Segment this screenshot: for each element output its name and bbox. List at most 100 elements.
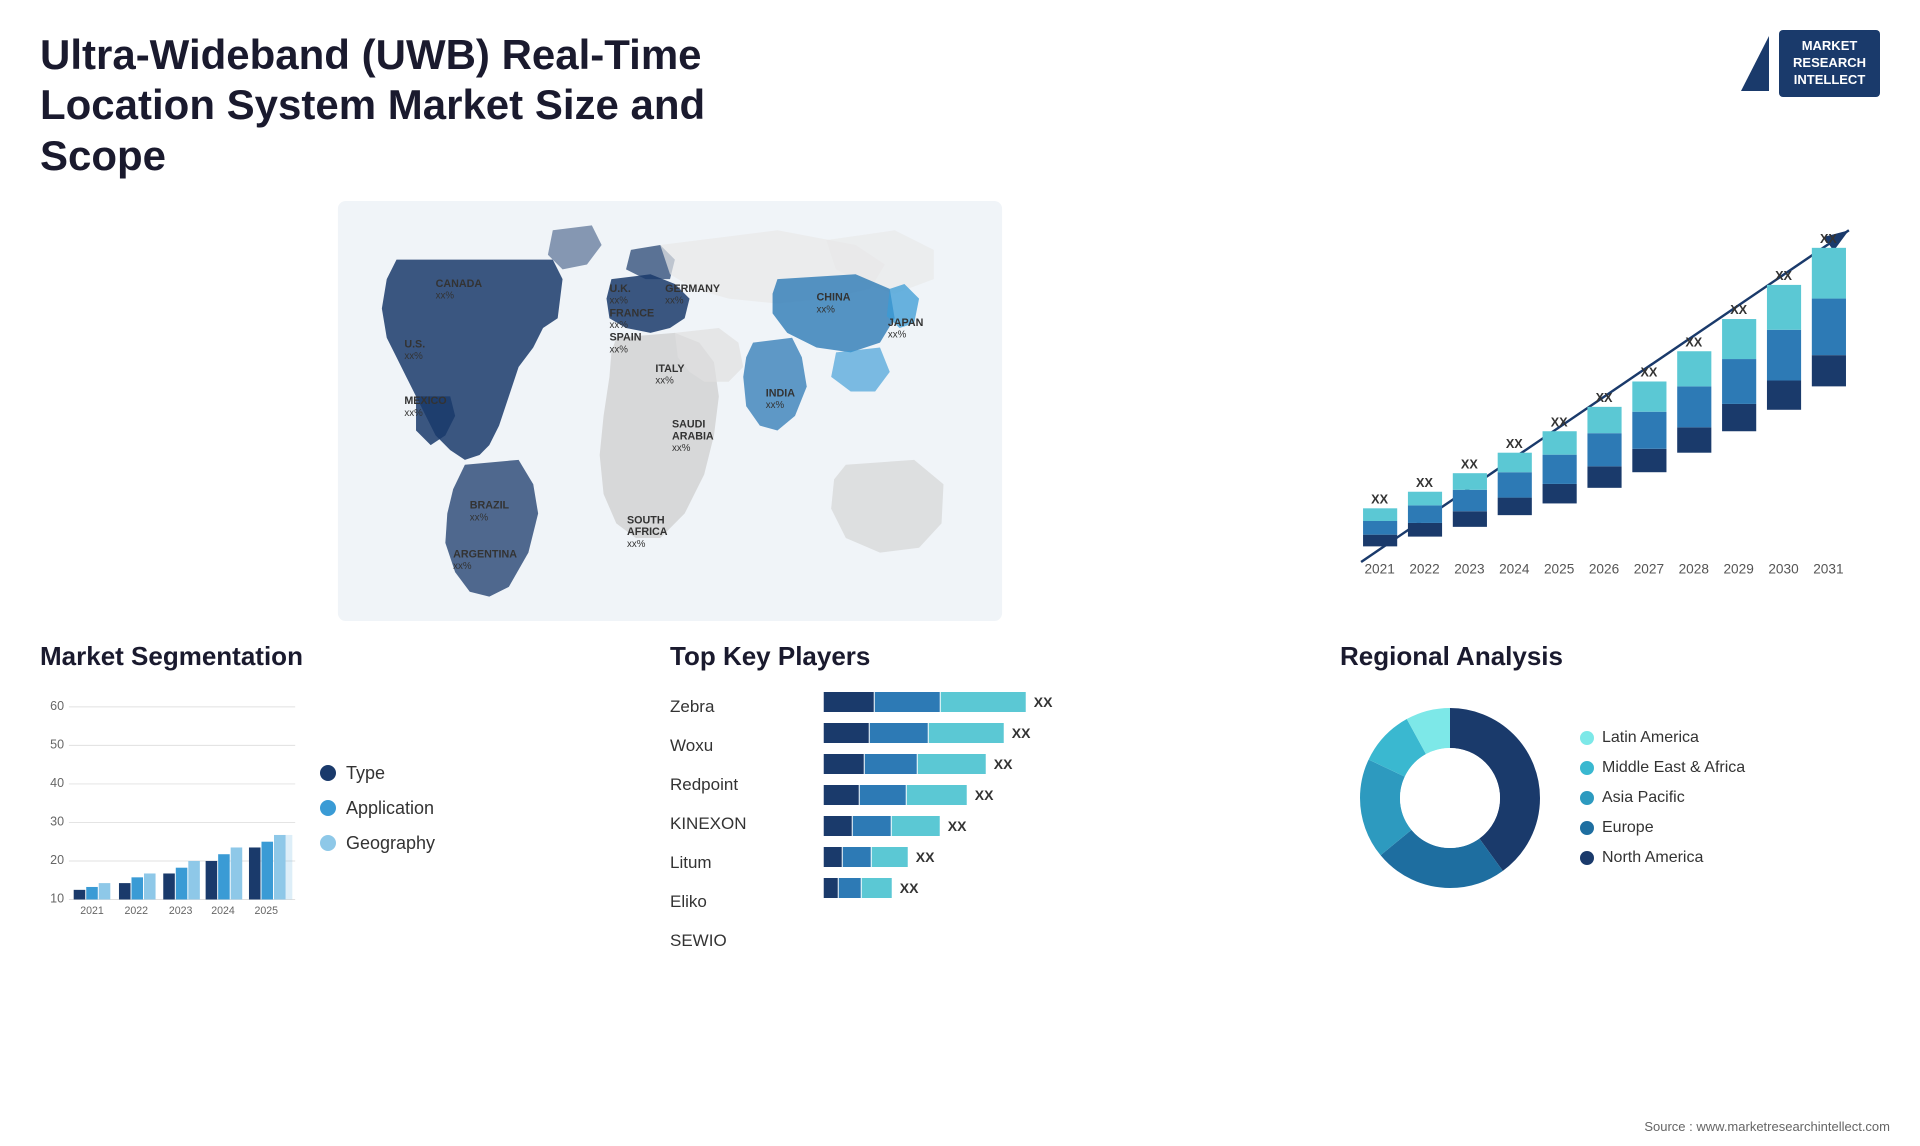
svg-text:2024: 2024: [1499, 562, 1530, 577]
player-names: Zebra Woxu Redpoint KINEXON Litum Eliko …: [670, 688, 747, 955]
player-litum: Litum: [670, 849, 747, 877]
logo-area: MARKET RESEARCH INTELLECT: [1741, 30, 1880, 97]
svg-text:xx%: xx%: [470, 513, 489, 524]
player-kinexon: KINEXON: [670, 810, 747, 838]
players-list: Zebra Woxu Redpoint KINEXON Litum Eliko …: [670, 688, 1290, 955]
svg-text:2021: 2021: [80, 905, 104, 917]
svg-text:xx%: xx%: [665, 296, 684, 307]
legend-latin-america: Latin America: [1580, 729, 1745, 747]
svg-text:xx%: xx%: [609, 320, 628, 331]
svg-text:2022: 2022: [125, 905, 149, 917]
svg-text:BRAZIL: BRAZIL: [470, 500, 510, 512]
svg-text:20: 20: [50, 853, 64, 867]
svg-text:xx%: xx%: [655, 376, 674, 387]
type-dot: [320, 765, 336, 781]
svg-text:FRANCE: FRANCE: [609, 307, 654, 319]
player-sewio: SEWIO: [670, 927, 747, 955]
svg-text:xx%: xx%: [404, 351, 423, 362]
legend-type: Type: [320, 763, 435, 784]
svg-text:INDIA: INDIA: [766, 388, 795, 400]
svg-text:2022: 2022: [1409, 562, 1439, 577]
player-bars-container: XX XX XX XX: [777, 688, 1290, 955]
svg-text:2025: 2025: [1544, 562, 1575, 577]
svg-text:60: 60: [50, 699, 64, 713]
players-section: Top Key Players Zebra Woxu Redpoint KINE…: [640, 631, 1320, 1071]
svg-text:SOUTH: SOUTH: [627, 514, 665, 526]
svg-text:2024: 2024: [211, 905, 235, 917]
header: Ultra-Wideband (UWB) Real-Time Location …: [0, 0, 1920, 191]
svg-text:2026: 2026: [1589, 562, 1619, 577]
regional-container: Latin America Middle East & Africa Asia …: [1340, 688, 1880, 908]
svg-text:XX: XX: [1685, 336, 1702, 350]
segmentation-chart-svg: 60 50 40 30 20 10 2021: [40, 688, 300, 928]
svg-text:2030: 2030: [1768, 562, 1799, 577]
svg-text:xx%: xx%: [453, 561, 472, 572]
players-title: Top Key Players: [670, 641, 1290, 672]
player-bars-svg: XX XX XX XX: [777, 688, 1290, 908]
main-content: CANADA xx% U.S. xx% MEXICO xx% BRAZIL xx…: [0, 191, 1920, 1071]
bar-chart-container: XX XX XX XX XX: [1330, 201, 1880, 601]
svg-text:ARGENTINA: ARGENTINA: [453, 549, 517, 561]
svg-text:JAPAN: JAPAN: [888, 317, 924, 329]
svg-text:2027: 2027: [1634, 562, 1664, 577]
player-woxu: Woxu: [670, 732, 747, 760]
svg-text:XX: XX: [915, 849, 934, 865]
player-redpoint: Redpoint: [670, 771, 747, 799]
svg-text:2021: 2021: [1364, 562, 1394, 577]
svg-text:U.K.: U.K.: [609, 283, 630, 295]
svg-text:XX: XX: [1820, 232, 1837, 246]
svg-text:CHINA: CHINA: [817, 292, 851, 304]
svg-text:xx%: xx%: [404, 408, 423, 419]
world-map-svg: CANADA xx% U.S. xx% MEXICO xx% BRAZIL xx…: [40, 201, 1300, 621]
geography-dot: [320, 835, 336, 851]
page-title: Ultra-Wideband (UWB) Real-Time Location …: [40, 30, 840, 181]
svg-text:2029: 2029: [1723, 562, 1753, 577]
svg-text:XX: XX: [1640, 366, 1657, 380]
asia-pacific-dot: [1580, 791, 1594, 805]
legend-application: Application: [320, 798, 435, 819]
svg-text:xx%: xx%: [766, 400, 785, 411]
svg-text:GERMANY: GERMANY: [665, 283, 720, 295]
logo-box: MARKET RESEARCH INTELLECT: [1779, 30, 1880, 97]
north-america-dot: [1580, 851, 1594, 865]
regional-legend: Latin America Middle East & Africa Asia …: [1580, 729, 1745, 867]
svg-text:XX: XX: [1730, 303, 1747, 317]
legend-middle-east: Middle East & Africa: [1580, 759, 1745, 777]
bar-chart-svg: XX XX XX XX XX: [1330, 201, 1880, 601]
regional-section: Regional Analysis: [1320, 631, 1900, 1071]
middle-east-dot: [1580, 761, 1594, 775]
svg-text:SAUDI: SAUDI: [672, 419, 705, 431]
svg-text:10: 10: [50, 892, 64, 906]
regional-title: Regional Analysis: [1340, 641, 1880, 672]
bar-chart-section: XX XX XX XX XX: [1320, 191, 1900, 631]
svg-text:30: 30: [50, 815, 64, 829]
legend-geography: Geography: [320, 833, 435, 854]
svg-text:U.S.: U.S.: [404, 339, 425, 351]
svg-text:ITALY: ITALY: [655, 363, 684, 375]
svg-text:XX: XX: [993, 756, 1012, 772]
donut-chart-svg: [1340, 688, 1560, 908]
player-eliko: Eliko: [670, 888, 747, 916]
player-zebra: Zebra: [670, 693, 747, 721]
logo-triangle-icon: [1741, 36, 1769, 91]
svg-text:XX: XX: [899, 880, 918, 896]
svg-text:xx%: xx%: [627, 539, 646, 550]
svg-text:ARABIA: ARABIA: [672, 430, 714, 442]
segmentation-title: Market Segmentation: [40, 641, 620, 672]
svg-text:XX: XX: [1506, 437, 1523, 451]
svg-text:XX: XX: [1371, 493, 1388, 507]
svg-text:50: 50: [50, 737, 64, 751]
svg-text:XX: XX: [1596, 391, 1613, 405]
svg-text:XX: XX: [1551, 416, 1568, 430]
source-text: Source : www.marketresearchintellect.com: [1644, 1119, 1890, 1134]
svg-text:2028: 2028: [1679, 562, 1709, 577]
svg-text:2023: 2023: [169, 905, 193, 917]
svg-text:XX: XX: [947, 818, 966, 834]
svg-text:XX: XX: [1033, 694, 1052, 710]
svg-text:40: 40: [50, 776, 64, 790]
svg-text:XX: XX: [1416, 476, 1433, 490]
svg-text:AFRICA: AFRICA: [627, 526, 668, 538]
segmentation-container: 60 50 40 30 20 10 2021: [40, 688, 620, 928]
svg-text:xx%: xx%: [888, 330, 907, 341]
svg-text:XX: XX: [1461, 457, 1478, 471]
